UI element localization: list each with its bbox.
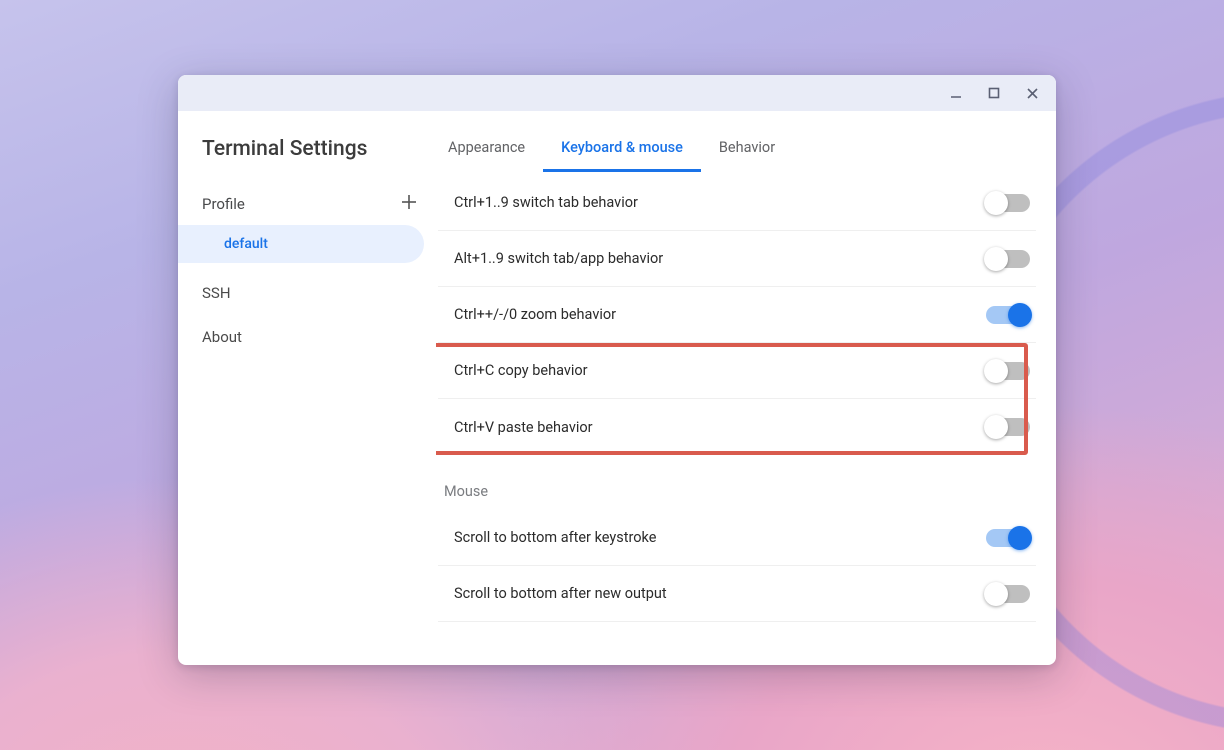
setting-label: Ctrl+1..9 switch tab behavior	[454, 194, 638, 211]
setting-label: Ctrl+V paste behavior	[454, 419, 593, 436]
settings-window: Terminal Settings Profile default SSH Ab…	[178, 75, 1056, 665]
main-panel: Appearance Keyboard & mouse Behavior Ctr…	[436, 111, 1056, 665]
sidebar: Terminal Settings Profile default SSH Ab…	[178, 111, 436, 665]
page-title: Terminal Settings	[178, 137, 436, 183]
profile-section-header: Profile	[178, 183, 436, 225]
sidebar-item-label: About	[202, 328, 242, 346]
toggle-ctrl-c-copy[interactable]	[986, 362, 1030, 380]
toggle-ctrl-1-9-tab[interactable]	[986, 194, 1030, 212]
setting-scroll-after-keystroke: Scroll to bottom after keystroke	[438, 510, 1036, 566]
profile-label: Profile	[202, 195, 245, 213]
setting-ctrl-c-copy: Ctrl+C copy behavior	[438, 343, 1036, 399]
setting-ctrl-1-9-tab: Ctrl+1..9 switch tab behavior	[438, 175, 1036, 231]
tab-appearance[interactable]: Appearance	[438, 125, 543, 172]
mouse-section-label: Mouse	[438, 455, 1036, 510]
setting-label: Scroll to bottom after keystroke	[454, 529, 656, 546]
setting-label: Scroll to bottom after new output	[454, 585, 667, 602]
setting-ctrl-v-paste: Ctrl+V paste behavior	[438, 399, 1036, 455]
toggle-scroll-after-keystroke[interactable]	[986, 529, 1030, 547]
toggle-ctrl-zoom[interactable]	[986, 306, 1030, 324]
sidebar-item-label: SSH	[202, 284, 231, 302]
sidebar-item-about[interactable]: About	[178, 315, 436, 359]
settings-list: Ctrl+1..9 switch tab behavior Alt+1..9 s…	[438, 173, 1036, 622]
setting-label: Ctrl+C copy behavior	[454, 362, 588, 379]
window-titlebar	[178, 75, 1056, 111]
close-button[interactable]	[1014, 78, 1050, 108]
setting-alt-1-9-tab: Alt+1..9 switch tab/app behavior	[438, 231, 1036, 287]
toggle-scroll-after-output[interactable]	[986, 585, 1030, 603]
toggle-alt-1-9-tab[interactable]	[986, 250, 1030, 268]
setting-label: Alt+1..9 switch tab/app behavior	[454, 250, 663, 267]
tab-keyboard-mouse[interactable]: Keyboard & mouse	[543, 125, 701, 172]
add-profile-button[interactable]	[400, 193, 418, 215]
tab-behavior[interactable]: Behavior	[701, 125, 793, 172]
sidebar-item-label: default	[224, 236, 268, 252]
tab-bar: Appearance Keyboard & mouse Behavior	[438, 125, 1036, 173]
setting-label: Ctrl++/-/0 zoom behavior	[454, 306, 616, 323]
maximize-button[interactable]	[976, 78, 1012, 108]
sidebar-item-default[interactable]: default	[178, 225, 424, 263]
setting-ctrl-zoom: Ctrl++/-/0 zoom behavior	[438, 287, 1036, 343]
minimize-button[interactable]	[938, 78, 974, 108]
toggle-ctrl-v-paste[interactable]	[986, 418, 1030, 436]
sidebar-item-ssh[interactable]: SSH	[178, 271, 436, 315]
setting-scroll-after-output: Scroll to bottom after new output	[438, 566, 1036, 622]
